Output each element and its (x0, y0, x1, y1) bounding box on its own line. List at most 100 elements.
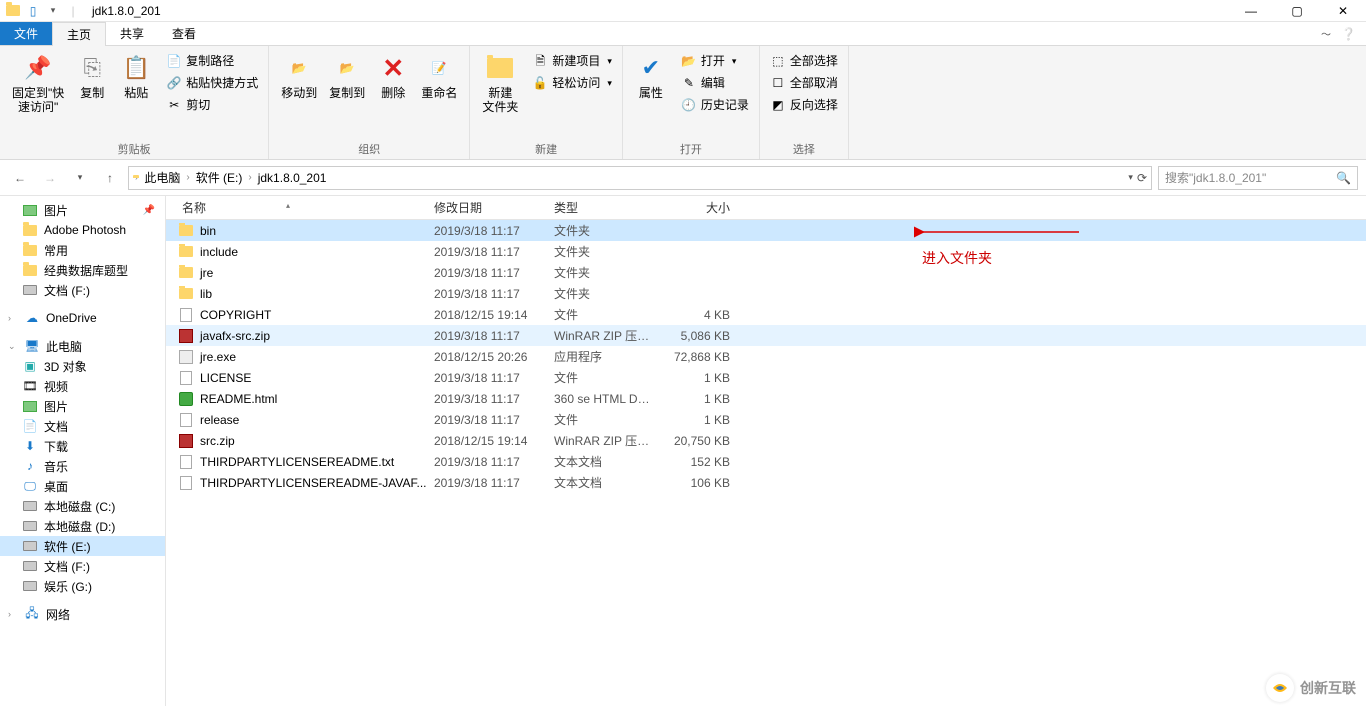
qat-dropdown-icon[interactable]: ▾ (44, 2, 62, 20)
sidebar-item-3d[interactable]: ▣3D 对象 (0, 356, 165, 376)
copy-button[interactable]: ⎘ 复制 (70, 50, 114, 102)
file-size: 1 KB (662, 371, 738, 385)
sidebar-item-music[interactable]: ♪音乐 (0, 456, 165, 476)
history-button[interactable]: 🕘历史记录 (677, 94, 753, 116)
file-row[interactable]: jre2019/3/18 11:17文件夹 (166, 262, 1366, 283)
crumb-folder[interactable]: jdk1.8.0_201 (254, 171, 331, 185)
file-row[interactable]: THIRDPARTYLICENSEREADME-JAVAF...2019/3/1… (166, 472, 1366, 493)
up-button[interactable]: ↑ (98, 166, 122, 190)
ribbon-group-select: ⬚全部选择 ☐全部取消 ◩反向选择 选择 (760, 46, 849, 159)
open-button[interactable]: 📂打开▾ (677, 50, 753, 72)
close-button[interactable]: ✕ (1320, 0, 1366, 22)
properties-button[interactable]: ✔属性 (629, 50, 673, 102)
file-row[interactable]: bin2019/3/18 11:17文件夹 (166, 220, 1366, 241)
sidebar-item-docs-f2[interactable]: 文档 (F:) (0, 556, 165, 576)
sidebar-item-desktop[interactable]: 🖵桌面 (0, 476, 165, 496)
select-none-button[interactable]: ☐全部取消 (766, 72, 842, 94)
sidebar-item-adobe[interactable]: Adobe Photosh (0, 220, 165, 240)
file-row[interactable]: LICENSE2019/3/18 11:17文件1 KB (166, 367, 1366, 388)
file-name: COPYRIGHT (200, 308, 271, 322)
sidebar-item-drive-d[interactable]: 本地磁盘 (D:) (0, 516, 165, 536)
back-button[interactable]: ← (8, 166, 32, 190)
sidebar-item-common[interactable]: 常用 (0, 240, 165, 260)
file-type: 文本文档 (546, 474, 662, 491)
minimize-button[interactable]: — (1228, 0, 1274, 22)
zip-icon (178, 433, 194, 449)
file-name: release (200, 413, 239, 427)
sidebar-item-documents[interactable]: 📄文档 (0, 416, 165, 436)
file-icon (178, 307, 194, 323)
file-date: 2018/12/15 19:14 (426, 434, 546, 448)
ribbon-collapse-icon[interactable]: 〜 (1321, 26, 1331, 41)
address-dropdown-icon[interactable]: ▾ (1128, 172, 1133, 183)
move-to-button[interactable]: 📂移动到 (275, 50, 323, 102)
file-row[interactable]: jre.exe2018/12/15 20:26应用程序72,868 KB (166, 346, 1366, 367)
crumb-this-pc[interactable]: 此电脑 (140, 169, 184, 186)
file-row[interactable]: release2019/3/18 11:17文件1 KB (166, 409, 1366, 430)
search-input[interactable]: 搜索"jdk1.8.0_201" 🔍 (1158, 166, 1358, 190)
file-row[interactable]: src.zip2018/12/15 19:14WinRAR ZIP 压缩...2… (166, 430, 1366, 451)
copy-to-button[interactable]: 📂复制到 (323, 50, 371, 102)
file-row[interactable]: README.html2019/3/18 11:17360 se HTML Do… (166, 388, 1366, 409)
tab-home[interactable]: 主页 (52, 22, 106, 46)
paste-button[interactable]: 📋 粘贴 (114, 50, 158, 102)
txt-icon (178, 475, 194, 491)
sidebar-item-this-pc[interactable]: ⌄🖥此电脑 (0, 336, 165, 356)
sidebar-item-ent-g[interactable]: 娱乐 (G:) (0, 576, 165, 596)
cut-icon: ✂ (166, 97, 182, 113)
col-type[interactable]: 类型 (546, 199, 662, 216)
rename-button[interactable]: 📝重命名 (415, 50, 463, 102)
ribbon-group-open: ✔属性 📂打开▾ ✎编辑 🕘历史记录 打开 (623, 46, 760, 159)
recent-dropdown[interactable]: ▾ (68, 166, 92, 190)
invert-selection-button[interactable]: ◩反向选择 (766, 94, 842, 116)
file-size: 5,086 KB (662, 329, 738, 343)
file-row[interactable]: COPYRIGHT2018/12/15 19:14文件4 KB (166, 304, 1366, 325)
sidebar-item-network[interactable]: ›🖧网络 (0, 604, 165, 624)
help-icon[interactable]: ❔ (1341, 27, 1356, 41)
col-size[interactable]: 大小 (662, 199, 738, 216)
tab-share[interactable]: 共享 (106, 22, 158, 45)
refresh-icon[interactable]: ⟳ (1137, 171, 1147, 185)
select-none-icon: ☐ (770, 75, 786, 91)
sidebar-item-classic-db[interactable]: 经典数据库题型 (0, 260, 165, 280)
navigation-pane[interactable]: 图片📌 Adobe Photosh 常用 经典数据库题型 文档 (F:) ›☁O… (0, 196, 166, 706)
cut-button[interactable]: ✂剪切 (162, 94, 262, 116)
sidebar-item-drive-e[interactable]: 软件 (E:) (0, 536, 165, 556)
col-date[interactable]: 修改日期 (426, 199, 546, 216)
sidebar-item-docs-f[interactable]: 文档 (F:) (0, 280, 165, 300)
file-row[interactable]: javafx-src.zip2019/3/18 11:17WinRAR ZIP … (166, 325, 1366, 346)
qat-props-icon[interactable]: ▯ (24, 2, 42, 20)
invert-icon: ◩ (770, 97, 786, 113)
paste-shortcut-button[interactable]: 🔗粘贴快捷方式 (162, 72, 262, 94)
forward-button[interactable]: → (38, 166, 62, 190)
chevron-right-icon[interactable]: › (135, 172, 138, 183)
file-row[interactable]: lib2019/3/18 11:17文件夹 (166, 283, 1366, 304)
easy-access-button[interactable]: 🔓轻松访问▾ (528, 72, 616, 94)
sidebar-item-pictures[interactable]: 图片📌 (0, 200, 165, 220)
pin-to-quick-access-button[interactable]: 📌 固定到"快 速访问" (6, 50, 70, 116)
sidebar-item-pictures2[interactable]: 图片 (0, 396, 165, 416)
new-folder-button[interactable]: 新建 文件夹 (476, 50, 524, 116)
select-all-button[interactable]: ⬚全部选择 (766, 50, 842, 72)
delete-button[interactable]: ✕删除 (371, 50, 415, 102)
sidebar-item-onedrive[interactable]: ›☁OneDrive (0, 308, 165, 328)
tab-view[interactable]: 查看 (158, 22, 210, 45)
file-row[interactable]: THIRDPARTYLICENSEREADME.txt2019/3/18 11:… (166, 451, 1366, 472)
sidebar-item-drive-c[interactable]: 本地磁盘 (C:) (0, 496, 165, 516)
crumb-drive[interactable]: 软件 (E:) (192, 169, 247, 186)
maximize-button[interactable]: ▢ (1274, 0, 1320, 22)
sidebar-item-downloads[interactable]: ⬇下载 (0, 436, 165, 456)
new-item-button[interactable]: 🗎新建项目▾ (528, 50, 616, 72)
exe-icon (178, 349, 194, 365)
edit-button[interactable]: ✎编辑 (677, 72, 753, 94)
sidebar-item-videos[interactable]: 🎞视频 (0, 376, 165, 396)
breadcrumb[interactable]: › 此电脑 › 软件 (E:) › jdk1.8.0_201 ▾ ⟳ (128, 166, 1152, 190)
file-row[interactable]: include2019/3/18 11:17文件夹 (166, 241, 1366, 262)
col-name[interactable]: 名称▴ (166, 199, 426, 216)
desktop-icon: 🖵 (22, 478, 38, 494)
chevron-right-icon[interactable]: › (248, 172, 251, 183)
tab-file[interactable]: 文件 (0, 22, 52, 45)
chevron-right-icon[interactable]: › (186, 172, 189, 183)
qat-separator: | (64, 2, 82, 20)
copy-path-button[interactable]: 📄复制路径 (162, 50, 262, 72)
